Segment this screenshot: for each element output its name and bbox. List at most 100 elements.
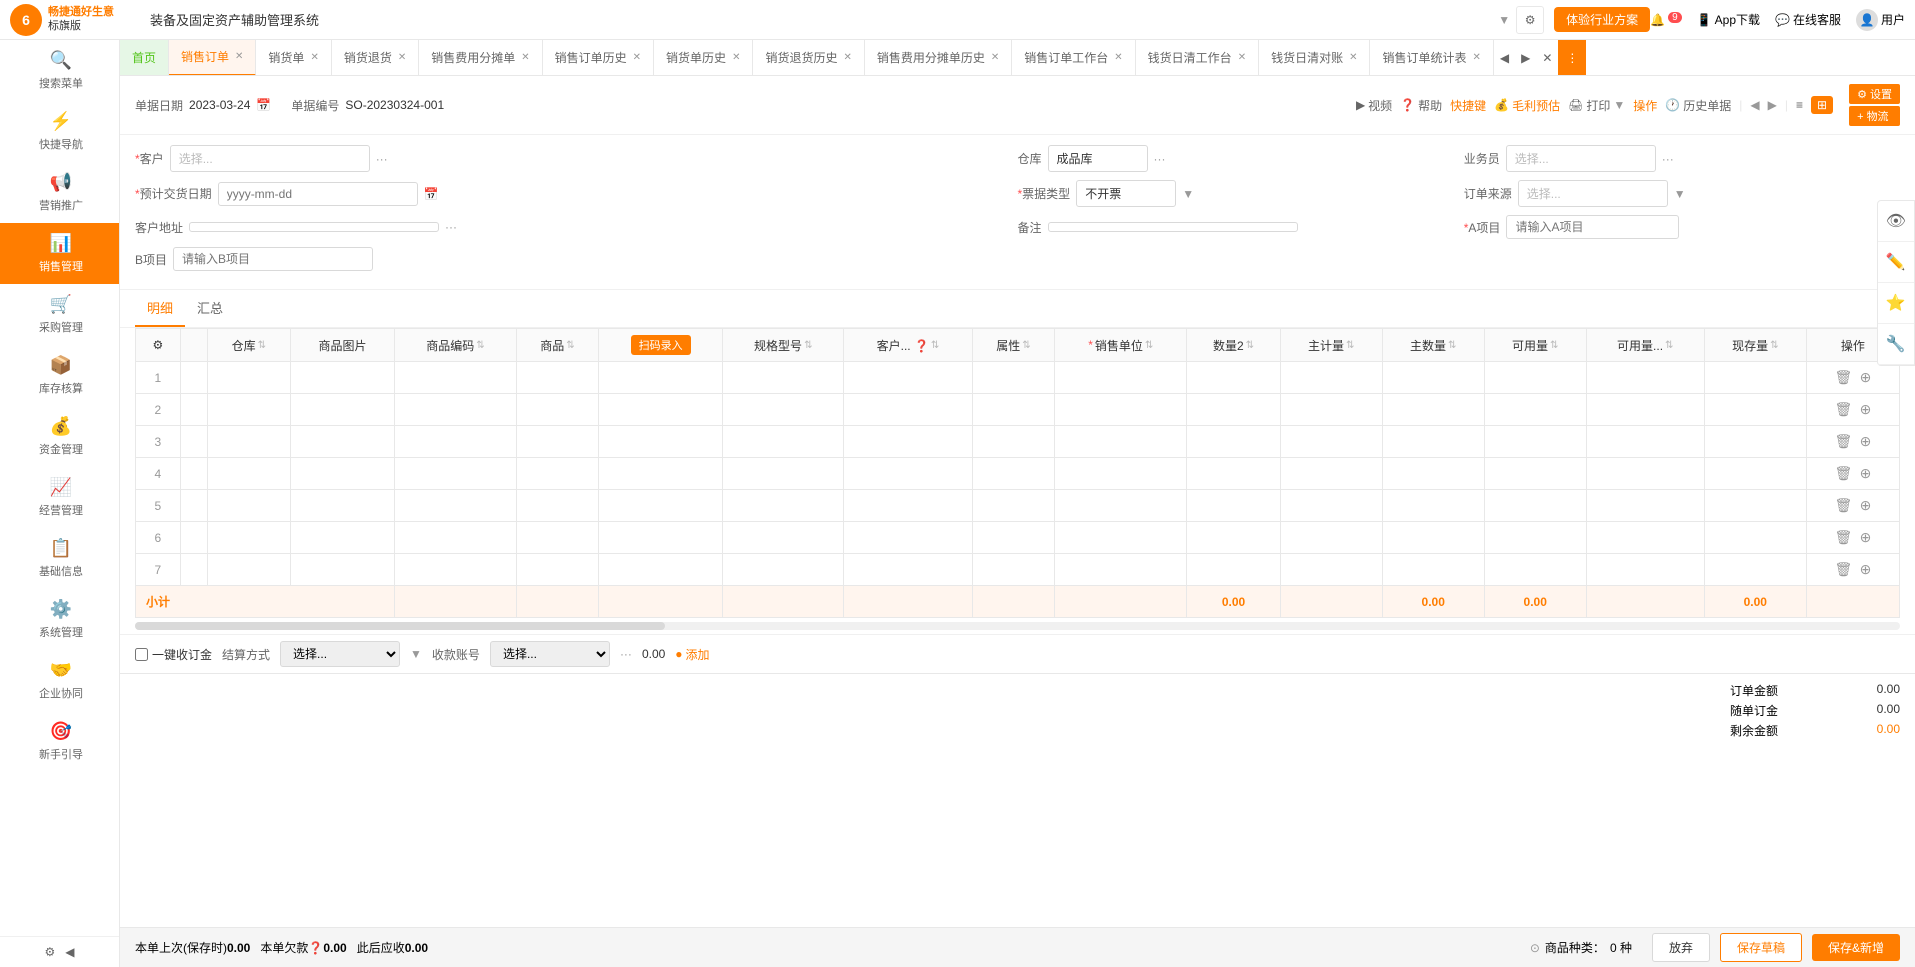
right-panel-eye-btn[interactable]: 👁 bbox=[1878, 201, 1914, 242]
card-view-btn[interactable]: ⊞ bbox=[1811, 96, 1833, 114]
cell-product-3[interactable] bbox=[516, 426, 599, 458]
cell-mainunit-4[interactable] bbox=[1280, 458, 1382, 490]
cell-mainunit-6[interactable] bbox=[1280, 522, 1382, 554]
cell-attr-4[interactable] bbox=[972, 458, 1055, 490]
cell-code-1[interactable] bbox=[395, 362, 516, 394]
tab-prev-btn[interactable]: ◀ bbox=[1494, 51, 1515, 65]
th-product[interactable]: 商品⇅ bbox=[516, 329, 599, 362]
delivery-calendar-icon[interactable]: 📅 bbox=[424, 187, 439, 201]
save-draft-btn[interactable]: 保存草稿 bbox=[1720, 933, 1802, 962]
cell-stock-5[interactable] bbox=[1704, 490, 1806, 522]
cell-custcode-5[interactable] bbox=[844, 490, 972, 522]
warehouse-input[interactable]: 成品库 bbox=[1048, 145, 1148, 172]
cell-code-4[interactable] bbox=[395, 458, 516, 490]
cell-avail-2[interactable] bbox=[1484, 394, 1586, 426]
cell-product-2[interactable] bbox=[516, 394, 599, 426]
cell-mainunit-3[interactable] bbox=[1280, 426, 1382, 458]
sidebar-item-operation[interactable]: 📈 经营管理 bbox=[0, 467, 119, 528]
discard-btn[interactable]: 放弃 bbox=[1652, 933, 1710, 962]
cell-product-4[interactable] bbox=[516, 458, 599, 490]
settlement-select[interactable]: 选择... bbox=[280, 641, 400, 667]
cell-custcode-2[interactable] bbox=[844, 394, 972, 426]
cell-unit-1[interactable] bbox=[1055, 362, 1187, 394]
cell-mainunit-5[interactable] bbox=[1280, 490, 1382, 522]
th-unit[interactable]: *销售单位⇅ bbox=[1055, 329, 1187, 362]
tab-sales-return[interactable]: 销货退货 ✕ bbox=[332, 40, 419, 76]
tab-close-sales-invoice-history[interactable]: ✕ bbox=[732, 52, 740, 63]
delivery-date-input[interactable] bbox=[218, 182, 418, 206]
copy-row-btn-4[interactable]: ⊕ bbox=[1858, 463, 1874, 484]
cell-custcode-1[interactable] bbox=[844, 362, 972, 394]
tab-sales-invoice[interactable]: 销货单 ✕ bbox=[256, 40, 331, 76]
cell-mainqty-4[interactable] bbox=[1382, 458, 1484, 490]
th-settings[interactable]: ⚙ bbox=[136, 329, 181, 362]
sidebar-item-purchase[interactable]: 🛒 采购管理 bbox=[0, 284, 119, 345]
print-btn[interactable]: 🖨 打印 ▼ bbox=[1568, 97, 1625, 114]
cell-unit-6[interactable] bbox=[1055, 522, 1187, 554]
delete-row-btn-5[interactable]: 🗑 bbox=[1832, 495, 1854, 516]
cell-avail2-3[interactable] bbox=[1586, 426, 1704, 458]
tab-close-expense-history[interactable]: ✕ bbox=[991, 52, 999, 63]
th-available-qty2[interactable]: 可用量...⇅ bbox=[1586, 329, 1704, 362]
cell-stock-3[interactable] bbox=[1704, 426, 1806, 458]
cell-warehouse-1[interactable] bbox=[208, 362, 291, 394]
cell-unit-3[interactable] bbox=[1055, 426, 1187, 458]
cell-code-5[interactable] bbox=[395, 490, 516, 522]
cell-spec-7[interactable] bbox=[723, 554, 844, 586]
cell-product-7[interactable] bbox=[516, 554, 599, 586]
tab-sales-order[interactable]: 销售订单 ✕ bbox=[169, 40, 256, 76]
tab-daily-reconcile[interactable]: 钱货日清对账 ✕ bbox=[1259, 40, 1370, 76]
sidebar-item-guide[interactable]: 🎯 新手引导 bbox=[0, 711, 119, 772]
cell-qty2-1[interactable] bbox=[1187, 362, 1280, 394]
cell-qty2-3[interactable] bbox=[1187, 426, 1280, 458]
th-stock[interactable]: 现存量⇅ bbox=[1704, 329, 1806, 362]
th-attribute[interactable]: 属性⇅ bbox=[972, 329, 1055, 362]
cell-qty2-4[interactable] bbox=[1187, 458, 1280, 490]
th-code[interactable]: 商品编码⇅ bbox=[395, 329, 516, 362]
save-new-btn[interactable]: 保存&新增 bbox=[1812, 934, 1900, 961]
customer-input[interactable]: 选择... bbox=[170, 145, 370, 172]
warehouse-more-btn[interactable]: ··· bbox=[1154, 152, 1166, 166]
sidebar-item-marketing[interactable]: 📢 营销推广 bbox=[0, 162, 119, 223]
account-select[interactable]: 选择... bbox=[490, 641, 610, 667]
logistics-btn[interactable]: + 物流 bbox=[1849, 106, 1900, 126]
cell-attr-5[interactable] bbox=[972, 490, 1055, 522]
cell-warehouse-3[interactable] bbox=[208, 426, 291, 458]
cell-avail-6[interactable] bbox=[1484, 522, 1586, 554]
view-btn[interactable]: ▶ 视频 bbox=[1356, 97, 1392, 114]
cell-attr-3[interactable] bbox=[972, 426, 1055, 458]
th-warehouse[interactable]: 仓库⇅ bbox=[208, 329, 291, 362]
cell-avail2-4[interactable] bbox=[1586, 458, 1704, 490]
cell-avail-1[interactable] bbox=[1484, 362, 1586, 394]
remark-input[interactable] bbox=[1048, 222, 1298, 232]
cell-avail-4[interactable] bbox=[1484, 458, 1586, 490]
delete-row-btn-6[interactable]: 🗑 bbox=[1832, 527, 1854, 548]
tab-return-history[interactable]: 销货退货历史 ✕ bbox=[753, 40, 864, 76]
app-download-item[interactable]: 📱 App下载 bbox=[1697, 11, 1760, 28]
help-btn[interactable]: ❓ 帮助 bbox=[1400, 97, 1442, 114]
cell-spec-1[interactable] bbox=[723, 362, 844, 394]
b-project-input[interactable] bbox=[173, 247, 373, 271]
one-click-checkbox[interactable] bbox=[135, 648, 148, 661]
cell-custcode-4[interactable] bbox=[844, 458, 972, 490]
cell-product-5[interactable] bbox=[516, 490, 599, 522]
cell-mainqty-1[interactable] bbox=[1382, 362, 1484, 394]
cell-warehouse-6[interactable] bbox=[208, 522, 291, 554]
profit-btn[interactable]: 💰 毛利预估 bbox=[1494, 97, 1560, 114]
account-more-btn[interactable]: ··· bbox=[620, 647, 632, 661]
tab-next-btn[interactable]: ▶ bbox=[1515, 51, 1536, 65]
delete-row-btn-3[interactable]: 🗑 bbox=[1832, 431, 1854, 452]
right-panel-edit-btn[interactable]: ✏️ bbox=[1878, 242, 1914, 283]
cell-spec-5[interactable] bbox=[723, 490, 844, 522]
th-spec[interactable]: 规格型号⇅ bbox=[723, 329, 844, 362]
credit-info-icon[interactable]: ❓ bbox=[308, 941, 323, 955]
cell-spec-4[interactable] bbox=[723, 458, 844, 490]
tab-close-daily-workbench[interactable]: ✕ bbox=[1238, 52, 1246, 63]
copy-row-btn-2[interactable]: ⊕ bbox=[1858, 399, 1874, 420]
tab-close-sales-return[interactable]: ✕ bbox=[398, 52, 406, 63]
cell-attr-6[interactable] bbox=[972, 522, 1055, 554]
online-support-item[interactable]: 💬 在线客服 bbox=[1775, 11, 1841, 28]
sidebar-settings-btn[interactable]: ⚙ bbox=[45, 945, 56, 959]
sidebar-item-quicknav[interactable]: ⚡ 快捷导航 bbox=[0, 101, 119, 162]
list-view-btn[interactable]: ≡ bbox=[1796, 98, 1803, 112]
